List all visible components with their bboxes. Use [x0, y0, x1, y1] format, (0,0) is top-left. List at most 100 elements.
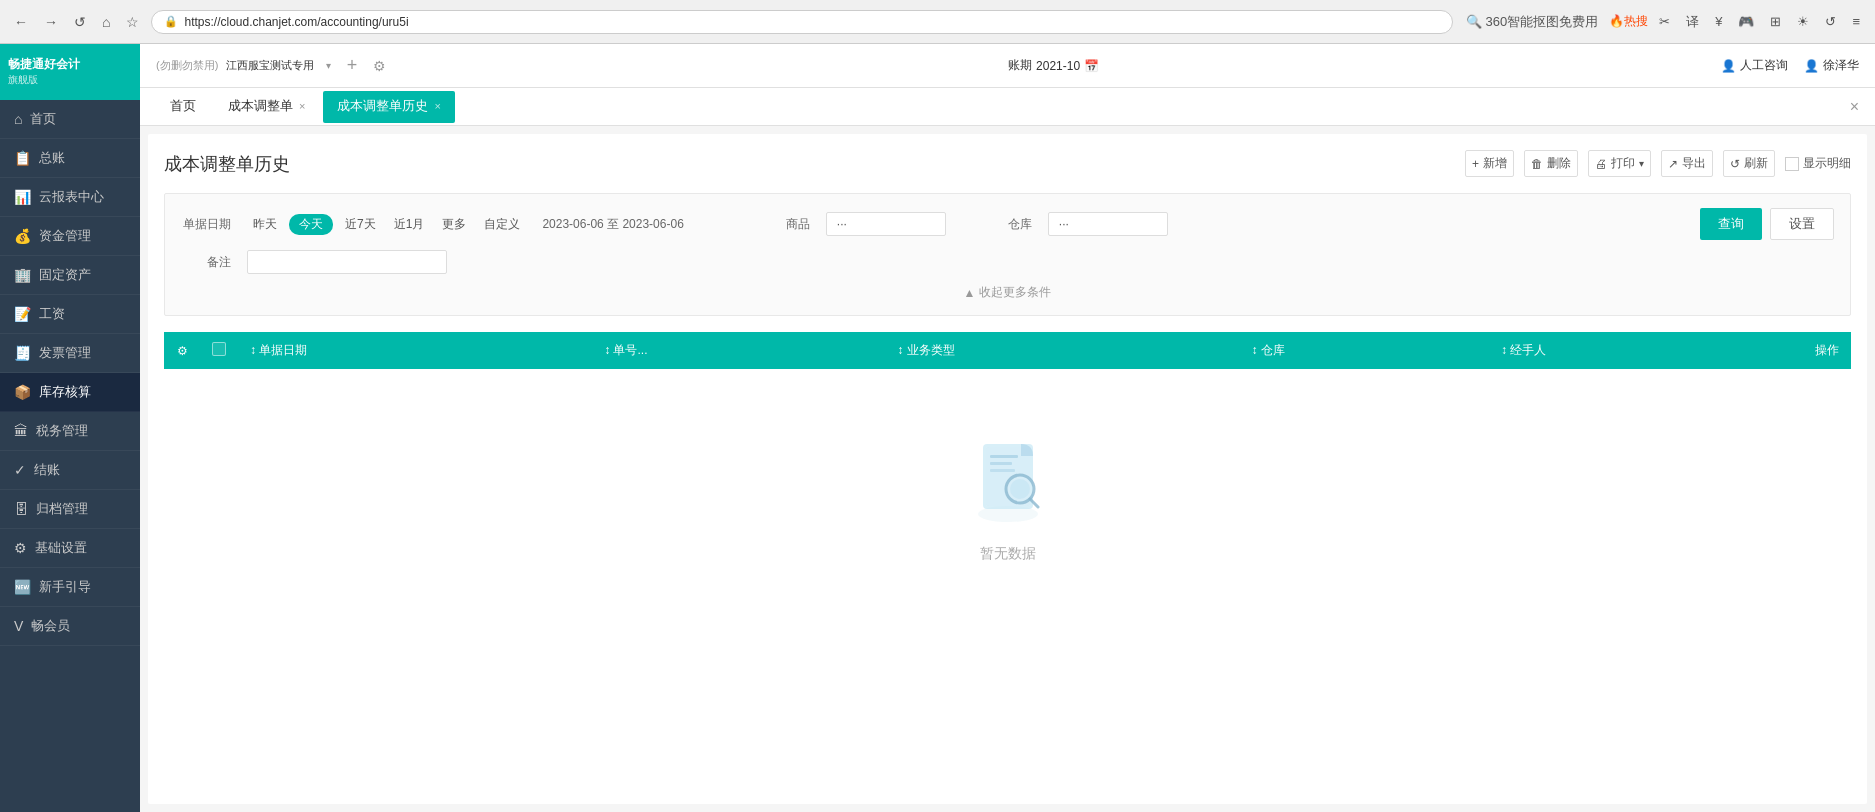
- sidebar-item-payroll[interactable]: 📝 工资: [0, 295, 140, 334]
- menu-tool[interactable]: ≡: [1847, 12, 1865, 31]
- home-button[interactable]: ⌂: [98, 12, 114, 32]
- sidebar-item-inventory[interactable]: 📦 库存核算: [0, 373, 140, 412]
- th-warehouse[interactable]: ↕ 仓库: [1239, 332, 1489, 369]
- tab-cost-adjust-label: 成本调整单: [228, 97, 293, 115]
- th-checkbox[interactable]: [200, 332, 238, 369]
- close-window-icon[interactable]: ×: [1850, 98, 1859, 115]
- service-button[interactable]: 👤 人工咨询: [1721, 57, 1788, 74]
- sidebar-label-member: 畅会员: [31, 617, 70, 635]
- page-content: 成本调整单历史 + 新增 🗑 删除 🖨 打印 ▾: [148, 134, 1867, 804]
- inventory-icon: 📦: [14, 384, 31, 400]
- period-selector[interactable]: 账期 2021-10 📅: [1008, 57, 1099, 74]
- sidebar-item-settings[interactable]: ⚙ 基础设置: [0, 529, 140, 568]
- sidebar-item-guide[interactable]: 🆕 新手引导: [0, 568, 140, 607]
- warning-text: (勿删勿禁用): [156, 59, 218, 71]
- sun-tool[interactable]: ☀: [1792, 12, 1814, 31]
- ledger-icon: 📋: [14, 150, 31, 166]
- refresh-button[interactable]: ↺: [70, 12, 90, 32]
- sidebar-item-ledger[interactable]: 📋 总账: [0, 139, 140, 178]
- query-button[interactable]: 查询: [1700, 208, 1762, 240]
- sidebar-item-home[interactable]: ⌂ 首页: [0, 100, 140, 139]
- payroll-icon: 📝: [14, 306, 31, 322]
- date-btn-custom[interactable]: 自定义: [478, 214, 526, 235]
- print-label: 打印: [1611, 155, 1635, 172]
- page-actions: + 新增 🗑 删除 🖨 打印 ▾ ↗ 导出: [1465, 150, 1851, 177]
- tab-home[interactable]: 首页: [156, 91, 210, 123]
- member-icon: V: [14, 618, 23, 634]
- grid-tool[interactable]: ⊞: [1765, 12, 1786, 31]
- filter-date-row: 单据日期 昨天 今天 近7天 近1月 更多 自定义 2023-06-06 至 2…: [181, 208, 1834, 240]
- refresh-button[interactable]: ↺ 刷新: [1723, 150, 1775, 177]
- th-operator[interactable]: ↕ 经手人: [1489, 332, 1791, 369]
- goods-dropdown[interactable]: ···: [826, 212, 946, 236]
- th-actions-label: 操作: [1815, 343, 1839, 357]
- scissors-tool[interactable]: ✂: [1654, 12, 1675, 31]
- translate-tool[interactable]: 译: [1681, 11, 1704, 33]
- date-btn-7days[interactable]: 近7天: [339, 214, 382, 235]
- sidebar-item-settlement[interactable]: ✓ 结账: [0, 451, 140, 490]
- app-container: 畅捷通好会计 旗舰版 ⌂ 首页 📋 总账 📊 云报表中心 💰 资金管理 🏢 固定…: [0, 44, 1875, 812]
- set-button[interactable]: 设置: [1770, 208, 1834, 240]
- tab-cost-adjust-history-label: 成本调整单历史: [337, 97, 428, 115]
- back-button[interactable]: ←: [10, 12, 32, 32]
- warehouse-placeholder: ···: [1059, 217, 1069, 231]
- th-settings[interactable]: ⚙: [164, 332, 200, 369]
- th-number-label: ↕ 单号...: [604, 343, 647, 357]
- sidebar-item-funds[interactable]: 💰 资金管理: [0, 217, 140, 256]
- refresh-icon: ↺: [1730, 157, 1740, 171]
- wallet-tool[interactable]: ¥: [1710, 12, 1727, 31]
- star-button[interactable]: ☆: [122, 12, 143, 32]
- sidebar-label-guide: 新手引导: [39, 578, 91, 596]
- search-tool[interactable]: 🔍 360智能抠图免费用: [1461, 11, 1603, 33]
- note-input[interactable]: [247, 250, 447, 274]
- sidebar-item-reports[interactable]: 📊 云报表中心: [0, 178, 140, 217]
- tab-cost-adjust-close[interactable]: ×: [299, 100, 305, 112]
- add-tab-button[interactable]: +: [343, 55, 362, 76]
- display-detail-toggle[interactable]: 显示明细: [1785, 155, 1851, 172]
- header-checkbox[interactable]: [212, 342, 226, 356]
- forward-button[interactable]: →: [40, 12, 62, 32]
- warehouse-dropdown[interactable]: ···: [1048, 212, 1168, 236]
- th-date[interactable]: ↕ 单据日期: [238, 332, 592, 369]
- print-dropdown[interactable]: ▾: [1639, 158, 1644, 169]
- user-profile[interactable]: 👤 徐泽华: [1804, 57, 1859, 74]
- collapse-arrow-icon: ▲: [964, 286, 976, 300]
- sidebar-item-invoice[interactable]: 🧾 发票管理: [0, 334, 140, 373]
- th-operator-label: ↕ 经手人: [1501, 343, 1546, 357]
- browser-chrome: ← → ↺ ⌂ ☆ 🔒 https://cloud.chanjet.com/ac…: [0, 0, 1875, 44]
- display-checkbox[interactable]: [1785, 157, 1799, 171]
- print-button[interactable]: 🖨 打印 ▾: [1588, 150, 1651, 177]
- service-person-icon: 👤: [1721, 59, 1736, 73]
- tab-cost-adjust[interactable]: 成本调整单 ×: [214, 91, 319, 123]
- tab-home-label: 首页: [170, 97, 196, 115]
- date-btn-more[interactable]: 更多: [436, 214, 472, 235]
- sidebar-item-fixed-assets[interactable]: 🏢 固定资产: [0, 256, 140, 295]
- undo-tool[interactable]: ↺: [1820, 12, 1841, 31]
- tab-cost-adjust-history-close[interactable]: ×: [434, 100, 440, 112]
- company-dropdown-arrow[interactable]: ▾: [326, 60, 331, 71]
- sidebar-item-member[interactable]: V 畅会员: [0, 607, 140, 646]
- date-btn-yesterday[interactable]: 昨天: [247, 214, 283, 235]
- collapse-button[interactable]: ▲ 收起更多条件: [181, 284, 1834, 301]
- tab-cost-adjust-history[interactable]: 成本调整单历史 ×: [323, 91, 454, 123]
- sidebar-item-archive[interactable]: 🗄 归档管理: [0, 490, 140, 529]
- date-btn-1month[interactable]: 近1月: [388, 214, 431, 235]
- topbar-settings-icon[interactable]: ⚙: [373, 58, 386, 74]
- address-bar[interactable]: 🔒 https://cloud.chanjet.com/accounting/u…: [151, 10, 1452, 34]
- display-label: 显示明细: [1803, 155, 1851, 172]
- service-label: 人工咨询: [1740, 57, 1788, 74]
- settlement-icon: ✓: [14, 462, 26, 478]
- new-button[interactable]: + 新增: [1465, 150, 1514, 177]
- date-btn-today[interactable]: 今天: [289, 214, 333, 235]
- company-warning: (勿删勿禁用) 江西服宝测试专用: [156, 58, 314, 73]
- calendar-icon[interactable]: 📅: [1084, 59, 1099, 73]
- export-button[interactable]: ↗ 导出: [1661, 150, 1713, 177]
- th-biz-type[interactable]: ↕ 业务类型: [885, 332, 1239, 369]
- th-number[interactable]: ↕ 单号...: [592, 332, 885, 369]
- sidebar-item-tax[interactable]: 🏛 税务管理: [0, 412, 140, 451]
- delete-button[interactable]: 🗑 删除: [1524, 150, 1578, 177]
- game-tool[interactable]: 🎮: [1733, 12, 1759, 31]
- tab-window-close[interactable]: ×: [1850, 98, 1859, 116]
- browser-tools: 🔍 360智能抠图免费用 🔥热搜 ✂ 译 ¥ 🎮 ⊞ ☀ ↺ ≡: [1461, 11, 1865, 33]
- tabs-bar: 首页 成本调整单 × 成本调整单历史 × ×: [140, 88, 1875, 126]
